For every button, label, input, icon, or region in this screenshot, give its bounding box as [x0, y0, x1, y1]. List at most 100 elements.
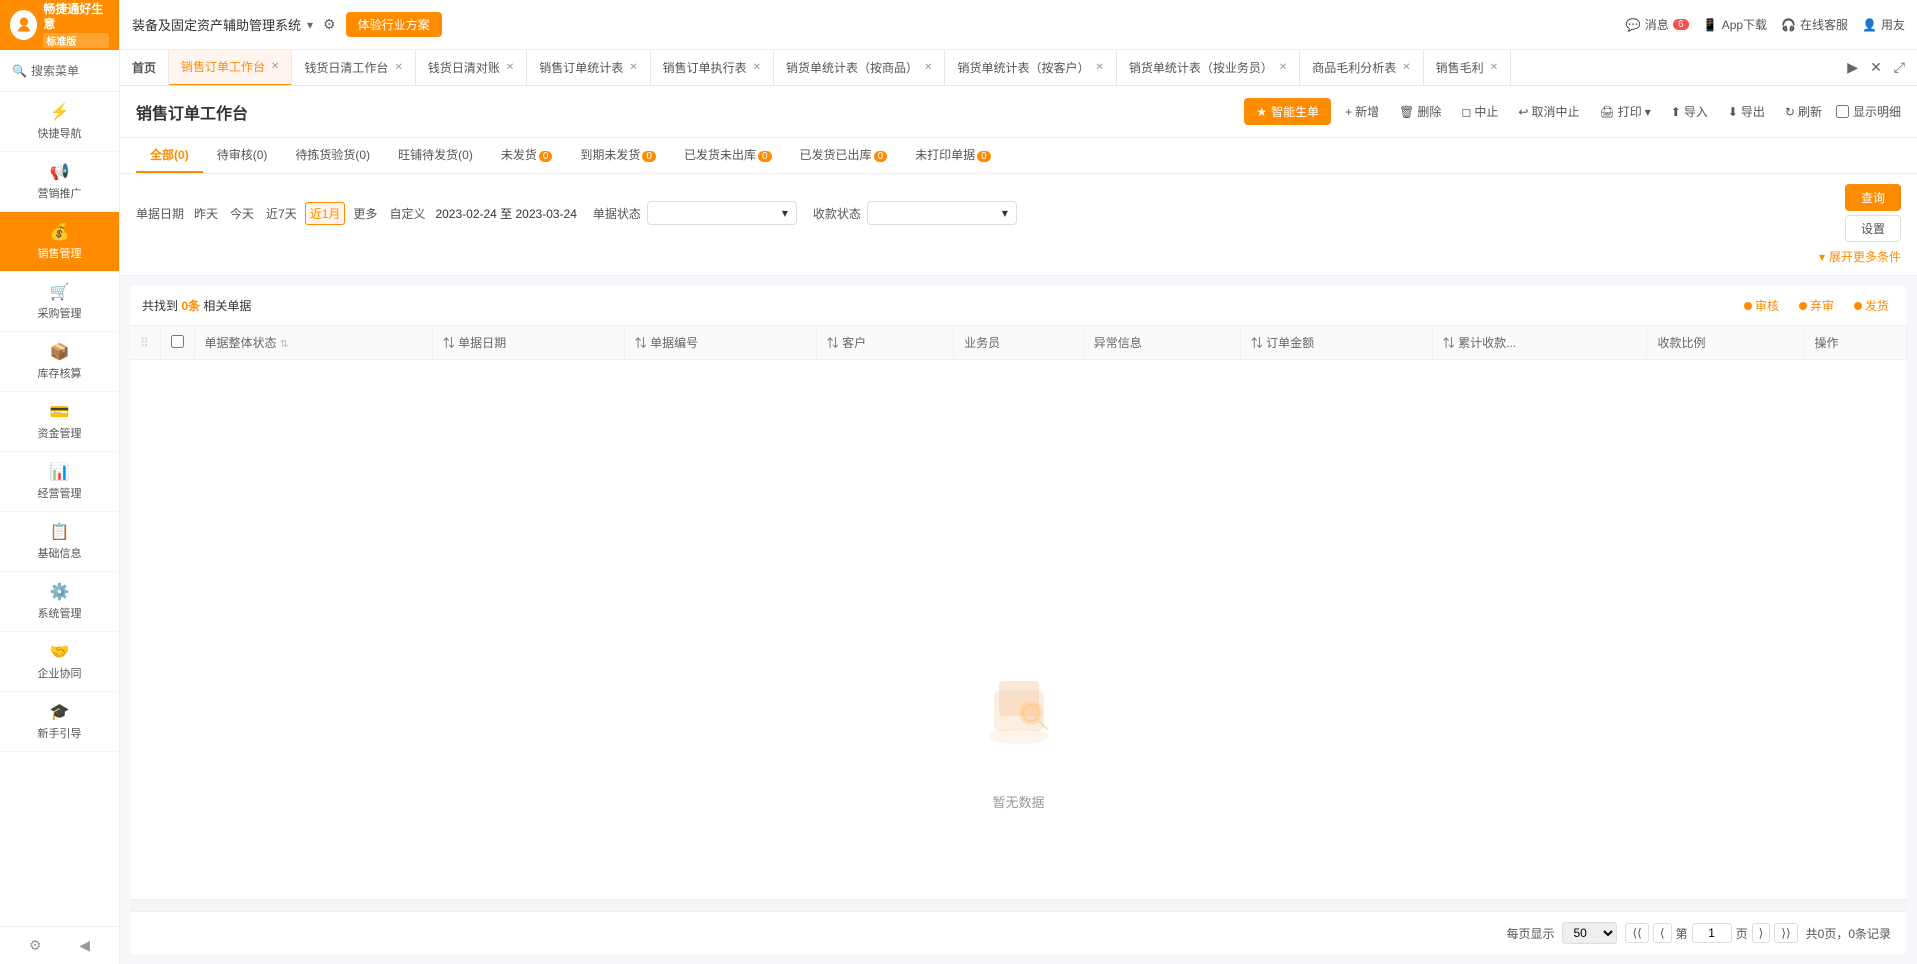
tab-sales-stat-staff[interactable]: 销货单统计表（按业务员） ✕ — [1117, 50, 1300, 86]
sidebar-item-inventory[interactable]: 📦 库存核算 — [0, 332, 119, 392]
sidebar-search[interactable]: 🔍 搜索菜单 — [0, 50, 119, 92]
sidebar-item-enterprise[interactable]: 🤝 企业协同 — [0, 632, 119, 692]
date-more-button[interactable]: 更多 — [349, 203, 381, 224]
th-check[interactable] — [160, 326, 194, 360]
horizontal-scrollbar[interactable] — [130, 899, 1907, 911]
sidebar-item-business[interactable]: 📊 经营管理 — [0, 452, 119, 512]
tab-sales-stat-customer[interactable]: 销货单统计表（按客户） ✕ — [945, 50, 1116, 86]
new-button[interactable]: + 新增 — [1339, 100, 1385, 123]
page-input[interactable] — [1692, 923, 1732, 943]
sidebar-item-guide[interactable]: 🎓 新手引导 — [0, 692, 119, 752]
tab-sales-more[interactable]: 销售毛利 ✕ — [1424, 50, 1511, 86]
show-detail-input[interactable] — [1836, 105, 1849, 118]
sort-date-icon[interactable]: ⇅ — [443, 336, 455, 350]
import-button[interactable]: ⬆ 导入 — [1665, 100, 1714, 123]
table-scroll-container[interactable]: ⠿ 单据整体状态 ⇅ ⇅ 单据日期 — [130, 326, 1907, 573]
payment-select[interactable]: ▾ — [867, 201, 1017, 225]
show-detail-checkbox[interactable]: 显示明细 — [1836, 103, 1901, 120]
close-tab-sales-stat[interactable]: ✕ — [629, 62, 637, 73]
sidebar-item-marketing[interactable]: 📢 营销推广 — [0, 152, 119, 212]
status-select[interactable]: ▾ — [647, 201, 797, 225]
sidebar-item-sales[interactable]: 💰 销售管理 — [0, 212, 119, 272]
tab-sales-stat-product[interactable]: 销货单统计表（按商品） ✕ — [774, 50, 945, 86]
sort-collected-icon[interactable]: ⇅ — [1443, 336, 1455, 350]
filter-settings-button[interactable]: 设置 — [1845, 215, 1901, 242]
sidebar-item-system[interactable]: ⚙️ 系统管理 — [0, 572, 119, 632]
sidebar-item-finance[interactable]: 💳 资金管理 — [0, 392, 119, 452]
app-download-button[interactable]: 📱 App下载 — [1703, 16, 1767, 33]
close-tab-sales-workbench[interactable]: ✕ — [271, 61, 279, 72]
refresh-button[interactable]: ↻ 刷新 — [1779, 100, 1828, 123]
inventory-icon: 📦 — [50, 342, 70, 362]
subtab-not-shipped[interactable]: 未发货0 — [487, 138, 567, 173]
subtab-pending-inspect[interactable]: 待拣货验货(0) — [281, 138, 384, 173]
subtab-pending-review[interactable]: 待审核(0) — [203, 138, 282, 173]
close-tab-sales-exec[interactable]: ✕ — [753, 62, 761, 73]
cancel-stop-button[interactable]: ↩ 取消中止 — [1512, 100, 1585, 123]
tab-close-all-button[interactable]: ✕ — [1866, 57, 1886, 78]
user-button[interactable]: 👤 用友 — [1862, 16, 1905, 33]
message-button[interactable]: 💬 消息 6 — [1626, 16, 1689, 33]
export-button[interactable]: ⬇ 导出 — [1722, 100, 1771, 123]
ship-button[interactable]: 发货 — [1848, 294, 1895, 317]
settings-bottom-button[interactable]: ⚙ — [29, 937, 42, 954]
sidebar-item-basic[interactable]: 📋 基础信息 — [0, 512, 119, 572]
tab-sales-stat[interactable]: 销售订单统计表 ✕ — [527, 50, 650, 86]
page-last-button[interactable]: ⟩⟩ — [1774, 923, 1797, 943]
sort-customer-icon[interactable]: ⇅ — [827, 336, 839, 350]
search-menu-button[interactable]: 🔍 搜索菜单 — [8, 58, 111, 83]
page-prev-button[interactable]: ⟨ — [1653, 923, 1672, 943]
close-tab-cashflow-daily[interactable]: ✕ — [394, 62, 402, 73]
cancel-audit-button[interactable]: 弃审 — [1793, 294, 1840, 317]
solution-button[interactable]: 体验行业方案 — [346, 12, 442, 37]
select-all-checkbox[interactable] — [171, 335, 184, 348]
close-tab-sales-stat-customer[interactable]: ✕ — [1095, 62, 1103, 73]
tab-scroll-right-button[interactable]: ▶ — [1843, 57, 1862, 78]
close-tab-cash-reconcile[interactable]: ✕ — [506, 62, 514, 73]
filter-date-item: 单据日期 昨天 今天 近7天 近1月 更多 自定义 2023-02-24 至 2… — [136, 202, 577, 225]
subtab-all[interactable]: 全部(0) — [136, 138, 203, 173]
tab-cash-reconcile[interactable]: 钱货日清对账 ✕ — [416, 50, 527, 86]
expand-row: ▾ 展开更多条件 — [136, 248, 1901, 265]
date-custom-button[interactable]: 自定义 — [385, 203, 429, 224]
topbar-gear-button[interactable]: ⚙ — [323, 16, 336, 33]
tab-maximize-button[interactable]: ⤢ — [1890, 57, 1909, 78]
ai-generate-button[interactable]: ★ 智能生单 — [1244, 98, 1331, 125]
sidebar-item-quick-nav[interactable]: ⚡ 快捷导航 — [0, 92, 119, 152]
close-tab-product-profit[interactable]: ✕ — [1402, 62, 1410, 73]
sort-number-icon[interactable]: ⇅ — [635, 336, 647, 350]
date-today-button[interactable]: 今天 — [226, 203, 258, 224]
date-1month-button[interactable]: 近1月 — [305, 202, 346, 225]
sort-amount-icon[interactable]: ⇅ — [1251, 336, 1263, 350]
close-tab-sales-stat-staff[interactable]: ✕ — [1279, 62, 1287, 73]
tab-sales-exec[interactable]: 销售订单执行表 ✕ — [651, 50, 774, 86]
subtab-not-printed[interactable]: 未打印单据0 — [901, 138, 1005, 173]
subtab-wangpu-deliver[interactable]: 旺铺待发货(0) — [384, 138, 487, 173]
tab-product-profit[interactable]: 商品毛利分析表 ✕ — [1300, 50, 1423, 86]
close-tab-sales-more[interactable]: ✕ — [1490, 62, 1498, 73]
topbar: 装备及固定资产辅助管理系统 ▾ ⚙ 体验行业方案 💬 消息 6 📱 App下载 … — [120, 0, 1917, 50]
date-7days-button[interactable]: 近7天 — [262, 203, 301, 224]
print-button[interactable]: 🖨 打印 ▾ — [1593, 100, 1656, 123]
page-next-button[interactable]: ⟩ — [1752, 923, 1771, 943]
close-tab-sales-stat-product[interactable]: ✕ — [924, 62, 932, 73]
system-dropdown-button[interactable]: ▾ — [307, 18, 313, 32]
stop-button[interactable]: ◻ 中止 — [1455, 100, 1504, 123]
subtab-shipped-not-out[interactable]: 已发货未出库0 — [670, 138, 786, 173]
query-button[interactable]: 查询 — [1845, 184, 1901, 211]
expand-conditions-button[interactable]: ▾ 展开更多条件 — [1819, 248, 1901, 265]
page-first-button[interactable]: ⟨⟨ — [1625, 923, 1648, 943]
collapse-button[interactable]: ◀ — [79, 937, 90, 954]
subtab-shipped-out[interactable]: 已发货已出库0 — [786, 138, 902, 173]
tab-sales-workbench[interactable]: 销售订单工作台 ✕ — [169, 50, 292, 86]
tab-cashflow-daily[interactable]: 钱货日清工作台 ✕ — [292, 50, 415, 86]
online-service-button[interactable]: 🎧 在线客服 — [1781, 16, 1848, 33]
audit-button[interactable]: 审核 — [1738, 294, 1785, 317]
sidebar-item-purchase[interactable]: 🛒 采购管理 — [0, 272, 119, 332]
sort-status-icon[interactable]: ⇅ — [280, 339, 288, 350]
delete-button[interactable]: 🗑 删除 — [1393, 100, 1447, 123]
date-yesterday-button[interactable]: 昨天 — [190, 203, 222, 224]
per-page-select[interactable]: 50 100 200 — [1562, 922, 1617, 944]
tab-home[interactable]: 首页 — [120, 50, 169, 86]
subtab-overdue-not-shipped[interactable]: 到期未发货0 — [566, 138, 670, 173]
